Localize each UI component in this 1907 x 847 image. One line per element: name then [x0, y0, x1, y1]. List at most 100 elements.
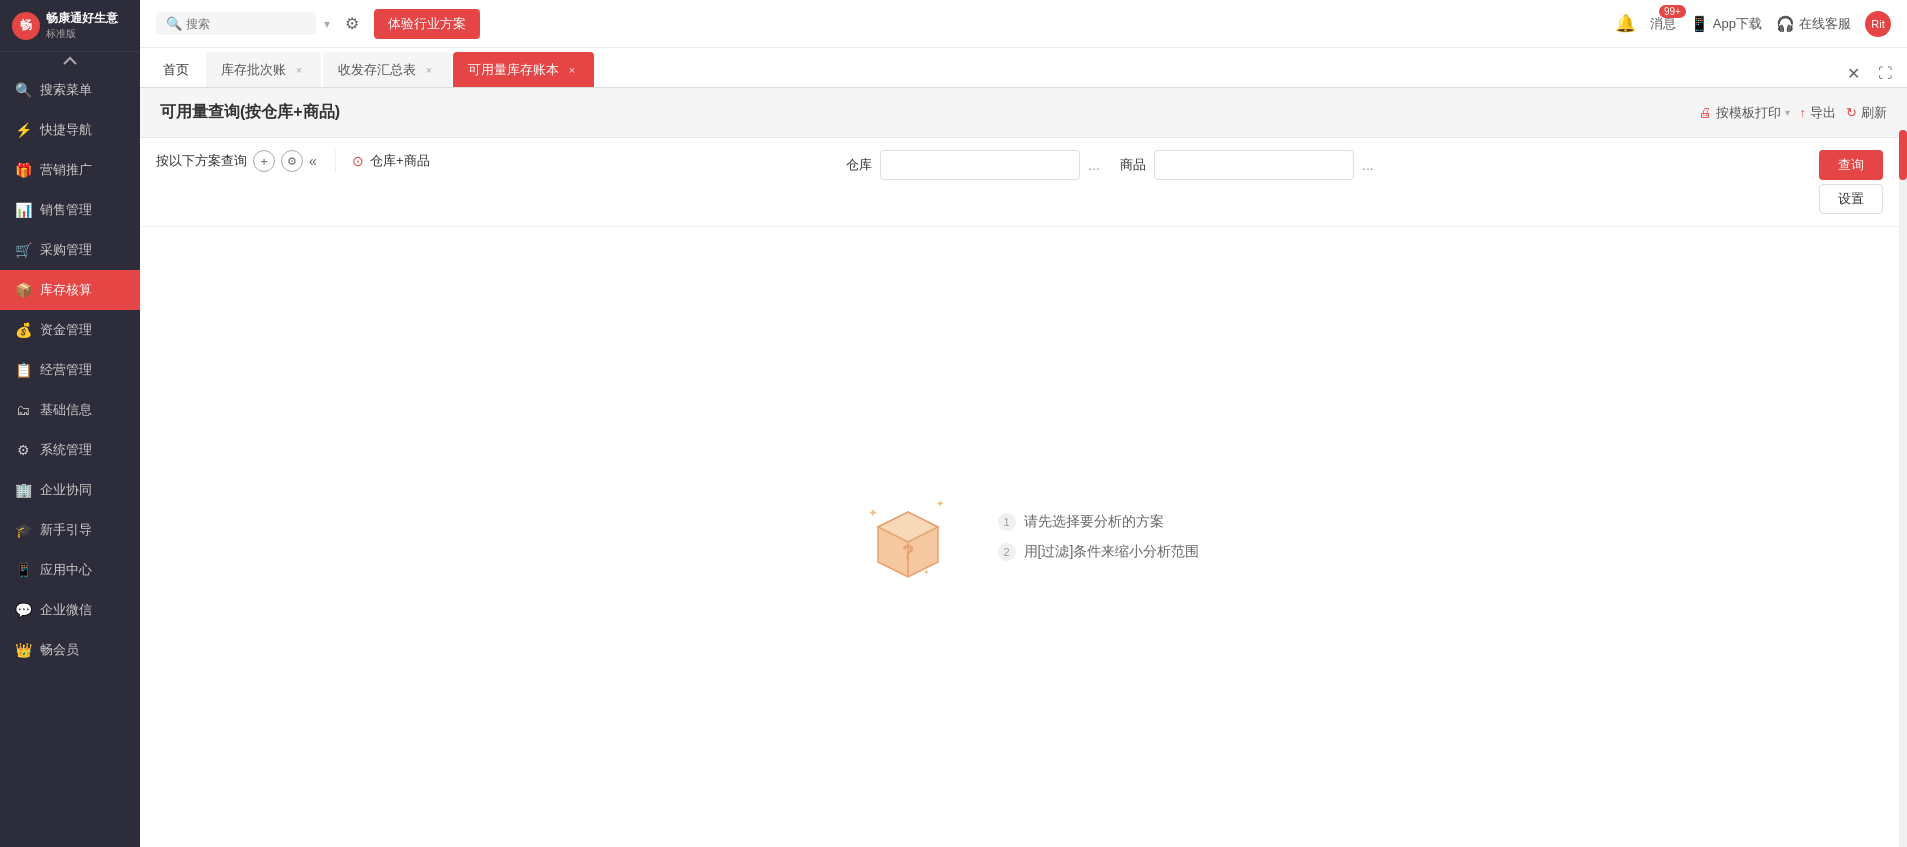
sidebar-label-inventory: 库存核算 — [40, 281, 92, 299]
messages-btn[interactable]: 🔔 99+ 消息 — [1615, 13, 1676, 34]
refresh-icon: ↻ — [1846, 105, 1857, 120]
empty-text-block: 1 请先选择要分析的方案 2 用[过滤]条件来缩小分析范围 — [998, 513, 1200, 561]
tab-label-receipt-summary: 收发存汇总表 — [338, 61, 416, 79]
sidebar-item-enterprise-wechat[interactable]: 💬企业微信 — [0, 590, 140, 630]
print-label: 按模板打印 — [1716, 104, 1781, 122]
messages-badge: 99+ — [1659, 5, 1686, 18]
sidebar-item-marketing[interactable]: 🎁营销推广 — [0, 150, 140, 190]
hint-1-num: 1 — [998, 513, 1016, 531]
tab-close-available-stock[interactable]: × — [565, 63, 579, 77]
sidebar-scroll-up-btn[interactable] — [0, 52, 140, 70]
user-menu-btn[interactable]: Rit — [1865, 11, 1891, 37]
sidebar-item-inventory[interactable]: 📦 库存核算 — [0, 270, 140, 310]
refresh-btn[interactable]: ↻ 刷新 — [1846, 104, 1887, 122]
sidebar-label-enterprise: 企业协同 — [40, 481, 92, 499]
sidebar-item-base-info[interactable]: 🗂基础信息 — [0, 390, 140, 430]
sidebar-icon-newbie: 🎓 — [14, 521, 32, 539]
sidebar-item-enterprise[interactable]: 🏢 企业协同 — [0, 470, 140, 510]
sidebar-icon-finance: 💰 — [14, 321, 32, 339]
filter-setting-btn[interactable]: ⚙ — [281, 150, 303, 172]
trial-btn[interactable]: 体验行业方案 — [374, 9, 480, 39]
tab-close-receipt-summary[interactable]: × — [422, 63, 436, 77]
tab-right-controls: ✕ ⛶ — [1839, 59, 1907, 87]
scheme-warehouse-product[interactable]: ⊙ 仓库+商品 — [352, 150, 830, 172]
topbar: 🔍 ▾ ⚙ 体验行业方案 🔔 99+ 消息 📱 App下载 🎧 在线客服 Rit — [140, 0, 1907, 48]
sidebar-header: 畅 畅康通好生意 标准版 — [0, 0, 140, 52]
headset-icon: 🎧 — [1776, 15, 1795, 33]
sidebar-item-purchase[interactable]: 🛒采购管理 — [0, 230, 140, 270]
sidebar-label-operation: 经营管理 — [40, 361, 92, 379]
tab-receipt-summary[interactable]: 收发存汇总表 × — [323, 52, 451, 87]
sidebar-label-finance: 资金管理 — [40, 321, 92, 339]
hint-1-text: 请先选择要分析的方案 — [1024, 513, 1164, 531]
close-tab-btn[interactable]: ✕ — [1839, 59, 1867, 87]
print-btn[interactable]: 🖨 按模板打印 ▾ — [1699, 104, 1790, 122]
sidebar-icon-operation: 📋 — [14, 361, 32, 379]
product-input[interactable] — [1154, 150, 1354, 180]
tabs-container: 首页库存批次账× 收发存汇总表 × 可用量库存账本 × — [148, 52, 596, 87]
export-icon: ↑ — [1800, 105, 1807, 120]
hint-2-text: 用[过滤]条件来缩小分析范围 — [1024, 543, 1200, 561]
sidebar-item-shortcut[interactable]: ⚡快捷导航 — [0, 110, 140, 150]
search-input[interactable] — [186, 17, 286, 31]
page-title: 可用量查询(按仓库+商品) — [160, 102, 340, 123]
app-download-btn[interactable]: 📱 App下载 — [1690, 15, 1762, 33]
tab-home[interactable]: 首页 — [148, 52, 204, 87]
sidebar-icon-base-info: 🗂 — [14, 401, 32, 419]
topbar-search-wrap[interactable]: 🔍 — [156, 12, 316, 35]
search-icon: 🔍 — [166, 16, 182, 31]
sidebar-item-operation[interactable]: 📋 经营管理 — [0, 350, 140, 390]
sidebar-items-container: 🔍搜索菜单⚡快捷导航🎁营销推广 📊 销售管理 🛒采购管理 📦 库存核算 💰 资金管理 📋 经营管理… — [0, 70, 140, 670]
sidebar-label-newbie: 新手引导 — [40, 521, 92, 539]
tab-close-batch-account[interactable]: × — [292, 63, 306, 77]
sidebar-icon-enterprise: 🏢 — [14, 481, 32, 499]
settings-btn[interactable]: 设置 — [1819, 184, 1883, 214]
product-more-btn[interactable]: ... — [1362, 157, 1374, 173]
sidebar-icon-app-center: 📱 — [14, 561, 32, 579]
sidebar-item-sales[interactable]: 📊 销售管理 — [0, 190, 140, 230]
empty-hint-1: 1 请先选择要分析的方案 — [998, 513, 1200, 531]
content-area: 按以下方案查询 + ⚙ « ⊙ 仓库+商品 仓库 ... — [140, 138, 1907, 847]
tab-batch-account[interactable]: 库存批次账× — [206, 52, 321, 87]
sidebar-item-app-center[interactable]: 📱应用中心 — [0, 550, 140, 590]
right-scrollbar[interactable] — [1899, 130, 1907, 847]
filter-add-btn[interactable]: + — [253, 150, 275, 172]
app-download-label: App下载 — [1713, 15, 1762, 33]
sidebar-icon-sales: 📊 — [14, 201, 32, 219]
svg-text:✦: ✦ — [936, 498, 944, 509]
sidebar-label-sales: 销售管理 — [40, 201, 92, 219]
sidebar-icon-inventory: 📦 — [14, 281, 32, 299]
sidebar-item-search[interactable]: 🔍搜索菜单 — [0, 70, 140, 110]
tab-label-home: 首页 — [163, 61, 189, 79]
filter-label: 按以下方案查询 — [156, 152, 247, 170]
sidebar-item-vip[interactable]: 👑畅会员 — [0, 630, 140, 670]
query-btn[interactable]: 查询 — [1819, 150, 1883, 180]
action-btns: 查询 设置 — [1819, 150, 1891, 214]
user-avatar: Rit — [1865, 11, 1891, 37]
sidebar-item-newbie[interactable]: 🎓 新手引导 — [0, 510, 140, 550]
sidebar-nav: 🔍搜索菜单⚡快捷导航🎁营销推广 📊 销售管理 🛒采购管理 📦 库存核算 💰 资金管理 📋 经营管理… — [0, 52, 140, 847]
sidebar-label-marketing: 营销推广 — [40, 161, 92, 179]
product-label: 商品 — [1120, 156, 1146, 174]
online-service-btn[interactable]: 🎧 在线客服 — [1776, 15, 1851, 33]
page-header: 可用量查询(按仓库+商品) 🖨 按模板打印 ▾ ↑ 导出 ↻ 刷新 — [140, 88, 1907, 138]
filter-warehouse-field: 仓库 ... — [846, 150, 1100, 180]
sidebar-icon-system: ⚙ — [14, 441, 32, 459]
maximize-tab-btn[interactable]: ⛶ — [1871, 59, 1899, 87]
main-area: 🔍 ▾ ⚙ 体验行业方案 🔔 99+ 消息 📱 App下载 🎧 在线客服 Rit — [140, 0, 1907, 847]
filter-row: 按以下方案查询 + ⚙ « ⊙ 仓库+商品 仓库 ... — [140, 138, 1907, 227]
warehouse-label: 仓库 — [846, 156, 872, 174]
tab-label-available-stock: 可用量库存账本 — [468, 61, 559, 79]
filter-collapse-btn[interactable]: « — [309, 153, 317, 169]
tab-available-stock[interactable]: 可用量库存账本 × — [453, 52, 594, 87]
sidebar-item-finance[interactable]: 💰 资金管理 — [0, 310, 140, 350]
warehouse-input[interactable] — [880, 150, 1080, 180]
topbar-gear-btn[interactable]: ⚙ — [338, 10, 366, 38]
warehouse-more-btn[interactable]: ... — [1088, 157, 1100, 173]
refresh-label: 刷新 — [1861, 104, 1887, 122]
filter-schemes: ⊙ 仓库+商品 — [336, 150, 830, 172]
app-name: 畅康通好生意 — [46, 10, 118, 27]
sidebar-item-system[interactable]: ⚙系统管理 — [0, 430, 140, 470]
export-btn[interactable]: ↑ 导出 — [1800, 104, 1837, 122]
sidebar-label-enterprise-wechat: 企业微信 — [40, 601, 92, 619]
